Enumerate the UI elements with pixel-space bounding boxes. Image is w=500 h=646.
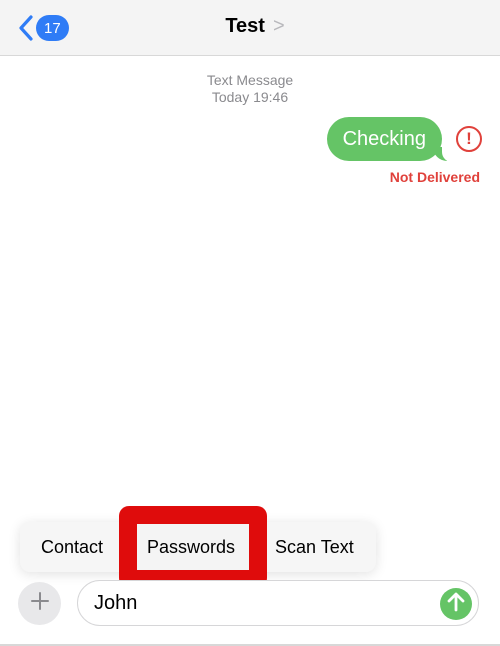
send-button[interactable] bbox=[440, 588, 472, 620]
chevron-right-icon: > bbox=[272, 15, 285, 37]
message-input-text: John bbox=[94, 592, 138, 614]
arrow-up-icon bbox=[447, 592, 465, 617]
apps-button[interactable] bbox=[18, 582, 61, 625]
message-input[interactable]: John bbox=[77, 580, 479, 626]
sent-message-bubble[interactable]: Checking bbox=[326, 117, 455, 162]
timestamp: Today 19:46 bbox=[211, 89, 289, 105]
navigation-bar: 17 Test > bbox=[0, 0, 500, 56]
message-text: Checking bbox=[342, 127, 426, 150]
delivery-status: Not Delivered bbox=[389, 169, 480, 185]
menu-item-passwords[interactable]: Passwords bbox=[147, 522, 235, 572]
error-icon[interactable]: ! bbox=[456, 126, 482, 152]
conversation-title: Test > bbox=[0, 15, 500, 38]
menu-item-scan-text[interactable]: Scan Text bbox=[275, 522, 354, 572]
message-metadata: Text Message Today 19:46 bbox=[0, 72, 500, 106]
menu-item-contact[interactable]: Contact bbox=[41, 522, 103, 572]
plus-icon bbox=[30, 592, 49, 615]
exclamation-mark: ! bbox=[466, 129, 472, 148]
contact-name: Test bbox=[225, 15, 265, 37]
message-row: Checking ! bbox=[326, 117, 482, 162]
contact-details-button[interactable]: Test > bbox=[225, 15, 284, 38]
service-label: Text Message bbox=[206, 72, 294, 88]
